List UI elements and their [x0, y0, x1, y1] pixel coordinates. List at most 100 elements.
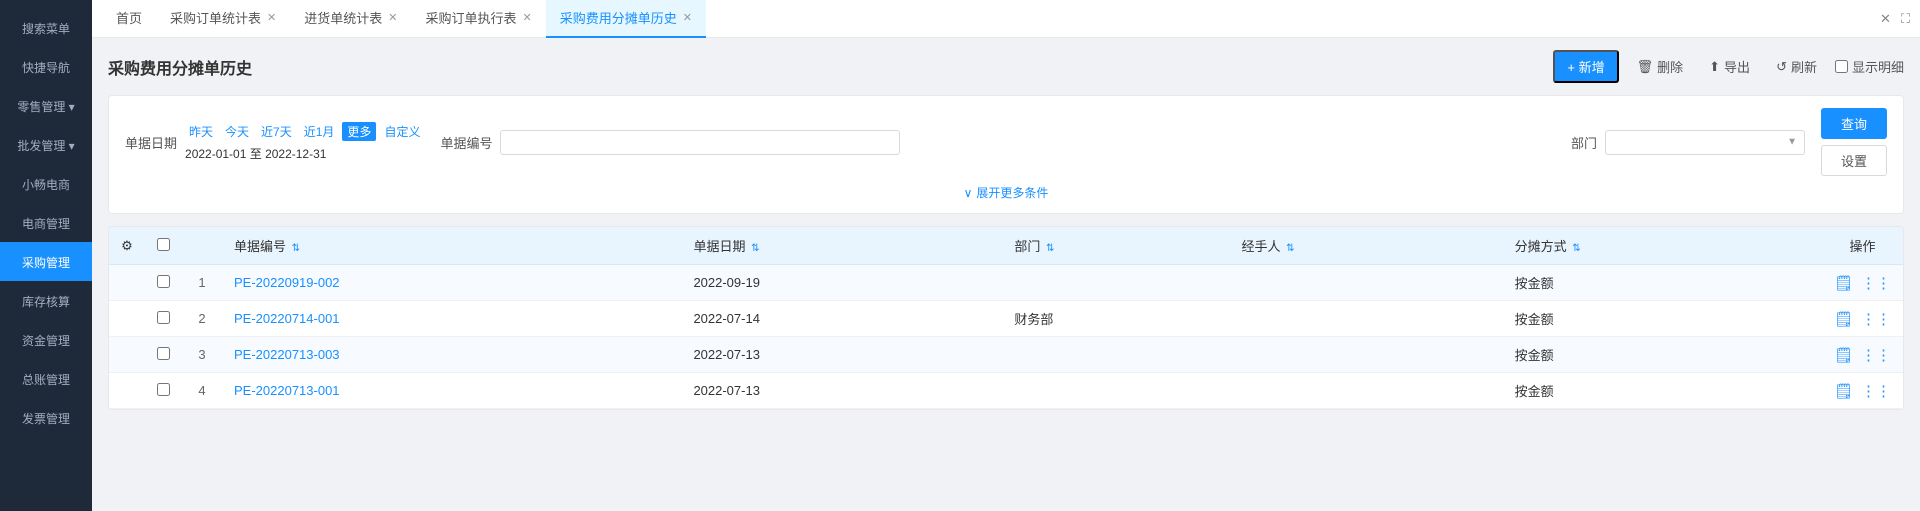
- row-checkbox-cell[interactable]: [145, 373, 182, 409]
- more-action-icon[interactable]: ⋮⋮: [1861, 310, 1891, 328]
- shortcut-custom[interactable]: 自定义: [380, 122, 424, 141]
- show-cols-toggle[interactable]: 显示明细: [1835, 57, 1904, 76]
- close-window-icon[interactable]: ✕: [1880, 11, 1891, 27]
- tab-采购订单执行表[interactable]: 采购订单执行表✕: [411, 0, 545, 38]
- view-action-icon[interactable]: 🗒: [1834, 274, 1853, 292]
- row-checkbox-cell[interactable]: [145, 265, 182, 301]
- date-range-text: 2022-01-01 至 2022-12-31: [185, 145, 424, 162]
- handler-sort-icon: ⇅: [1286, 243, 1294, 254]
- sidebar-item-零售管理[interactable]: 零售管理 ▾: [0, 86, 92, 125]
- expand-more-btn[interactable]: ∨ 展开更多条件: [125, 184, 1887, 201]
- view-action-icon[interactable]: 🗒: [1834, 310, 1853, 328]
- close-tab-icon[interactable]: ✕: [683, 11, 692, 24]
- row-actions: 🗒 ⋮⋮: [1822, 301, 1903, 337]
- data-table: ⚙ 单据编号 ⇅ 单据日期 ⇅ 部门 ⇅ 经手人 ⇅ 分摊方式 ⇅ 操作 1 P…: [108, 226, 1904, 410]
- dept-label: 部门: [1571, 133, 1597, 152]
- sidebar-item-库存核算[interactable]: 库存核算: [0, 281, 92, 320]
- more-action-icon[interactable]: ⋮⋮: [1861, 274, 1891, 292]
- shortcut-more[interactable]: 更多: [342, 122, 376, 141]
- doc-no-field: 单据编号: [440, 130, 1555, 155]
- sidebar-item-小畅电商[interactable]: 小畅电商: [0, 164, 92, 203]
- sidebar-item-采购管理[interactable]: 采购管理: [0, 242, 92, 281]
- row-gear-icon[interactable]: [109, 373, 145, 409]
- row-split-method: 按金额: [1503, 373, 1822, 409]
- row-checkbox[interactable]: [157, 311, 170, 324]
- export-button[interactable]: ⬆ 导出: [1701, 53, 1758, 80]
- row-handler: [1229, 373, 1502, 409]
- row-doc-no[interactable]: PE-20220713-001: [222, 373, 681, 409]
- doc-no-label: 单据编号: [440, 133, 492, 152]
- date-sort-icon: ⇅: [751, 243, 759, 254]
- view-action-icon[interactable]: 🗒: [1834, 382, 1853, 400]
- tab-采购费用分摊单历史[interactable]: 采购费用分摊单历史✕: [546, 0, 706, 38]
- row-gear-icon[interactable]: [109, 265, 145, 301]
- row-gear-icon[interactable]: [109, 301, 145, 337]
- dept-field: 部门 财务部: [1571, 130, 1805, 155]
- row-doc-date: 2022-07-14: [681, 301, 1002, 337]
- delete-button[interactable]: 🗑 删除: [1629, 53, 1692, 80]
- more-action-icon[interactable]: ⋮⋮: [1861, 346, 1891, 364]
- row-actions: 🗒 ⋮⋮: [1822, 337, 1903, 373]
- search-bar: 单据日期 昨天 今天 近7天 近1月 更多 自定义 2022-01-01 至 2…: [108, 95, 1904, 214]
- tab-首页[interactable]: 首页: [102, 0, 156, 38]
- table-date-header[interactable]: 单据日期 ⇅: [681, 227, 1002, 265]
- maximize-window-icon[interactable]: ⛶: [1901, 11, 1910, 27]
- table-gear-header[interactable]: ⚙: [109, 227, 145, 265]
- table-docno-header[interactable]: 单据编号 ⇅: [222, 227, 681, 265]
- row-split-method: 按金额: [1503, 265, 1822, 301]
- row-actions: 🗒 ⋮⋮: [1822, 373, 1903, 409]
- query-button[interactable]: 查询: [1821, 108, 1887, 139]
- tab-进货单统计表[interactable]: 进货单统计表✕: [290, 0, 411, 38]
- view-action-icon[interactable]: 🗒: [1834, 346, 1853, 364]
- table-dept-header[interactable]: 部门 ⇅: [1002, 227, 1229, 265]
- show-cols-checkbox[interactable]: [1835, 60, 1848, 73]
- row-checkbox[interactable]: [157, 275, 170, 288]
- search-action-btns: 查询 设置: [1821, 108, 1887, 176]
- row-checkbox[interactable]: [157, 383, 170, 396]
- row-checkbox-cell[interactable]: [145, 337, 182, 373]
- row-doc-no[interactable]: PE-20220919-002: [222, 265, 681, 301]
- shortcut-yesterday[interactable]: 昨天: [185, 122, 217, 141]
- table-handler-header[interactable]: 经手人 ⇅: [1229, 227, 1502, 265]
- delete-icon: 🗑: [1637, 59, 1654, 75]
- add-button[interactable]: + 新增: [1553, 50, 1618, 83]
- sidebar-item-批发管理[interactable]: 批发管理 ▾: [0, 125, 92, 164]
- row-num: 4: [182, 373, 222, 409]
- close-tab-icon[interactable]: ✕: [388, 11, 397, 24]
- page-title-row: 采购费用分摊单历史 + 新增 🗑 删除 ⬆ 导出 ↺ 刷新 显示明细: [108, 50, 1904, 83]
- page-title: 采购费用分摊单历史: [108, 55, 252, 79]
- sidebar-item-发票管理[interactable]: 发票管理: [0, 398, 92, 437]
- dept-select[interactable]: 财务部: [1605, 130, 1805, 155]
- table-splitmethod-header[interactable]: 分摊方式 ⇅: [1503, 227, 1822, 265]
- sidebar-item-搜索菜单[interactable]: 搜索菜单: [0, 8, 92, 47]
- select-all-checkbox[interactable]: [157, 238, 170, 251]
- row-checkbox[interactable]: [157, 347, 170, 360]
- sidebar-item-资金管理[interactable]: 资金管理: [0, 320, 92, 359]
- sidebar-item-电商管理[interactable]: 电商管理: [0, 203, 92, 242]
- tab-采购订单统计表[interactable]: 采购订单统计表✕: [156, 0, 290, 38]
- row-dept: 财务部: [1002, 301, 1229, 337]
- row-gear-icon[interactable]: [109, 337, 145, 373]
- row-handler: [1229, 337, 1502, 373]
- shortcut-7days[interactable]: 近7天: [257, 122, 296, 141]
- refresh-button[interactable]: ↺ 刷新: [1768, 53, 1825, 80]
- sidebar-item-总账管理[interactable]: 总账管理: [0, 359, 92, 398]
- date-shortcuts: 昨天 今天 近7天 近1月 更多 自定义 2022-01-01 至 2022-1…: [185, 122, 424, 162]
- sidebar-item-快捷导航[interactable]: 快捷导航: [0, 47, 92, 86]
- doc-no-input[interactable]: [500, 130, 900, 155]
- row-split-method: 按金额: [1503, 301, 1822, 337]
- row-doc-no[interactable]: PE-20220714-001: [222, 301, 681, 337]
- search-settings-button[interactable]: 设置: [1821, 145, 1887, 176]
- splitmethod-sort-icon: ⇅: [1572, 243, 1580, 254]
- close-tab-icon[interactable]: ✕: [267, 11, 276, 24]
- table-row: 2 PE-20220714-001 2022-07-14 财务部 按金额 🗒 ⋮…: [109, 301, 1903, 337]
- row-dept: [1002, 373, 1229, 409]
- row-handler: [1229, 301, 1502, 337]
- row-checkbox-cell[interactable]: [145, 301, 182, 337]
- shortcut-today[interactable]: 今天: [221, 122, 253, 141]
- shortcut-1month[interactable]: 近1月: [300, 122, 339, 141]
- table-checkbox-header[interactable]: [145, 227, 182, 265]
- close-tab-icon[interactable]: ✕: [523, 11, 532, 24]
- more-action-icon[interactable]: ⋮⋮: [1861, 382, 1891, 400]
- row-doc-no[interactable]: PE-20220713-003: [222, 337, 681, 373]
